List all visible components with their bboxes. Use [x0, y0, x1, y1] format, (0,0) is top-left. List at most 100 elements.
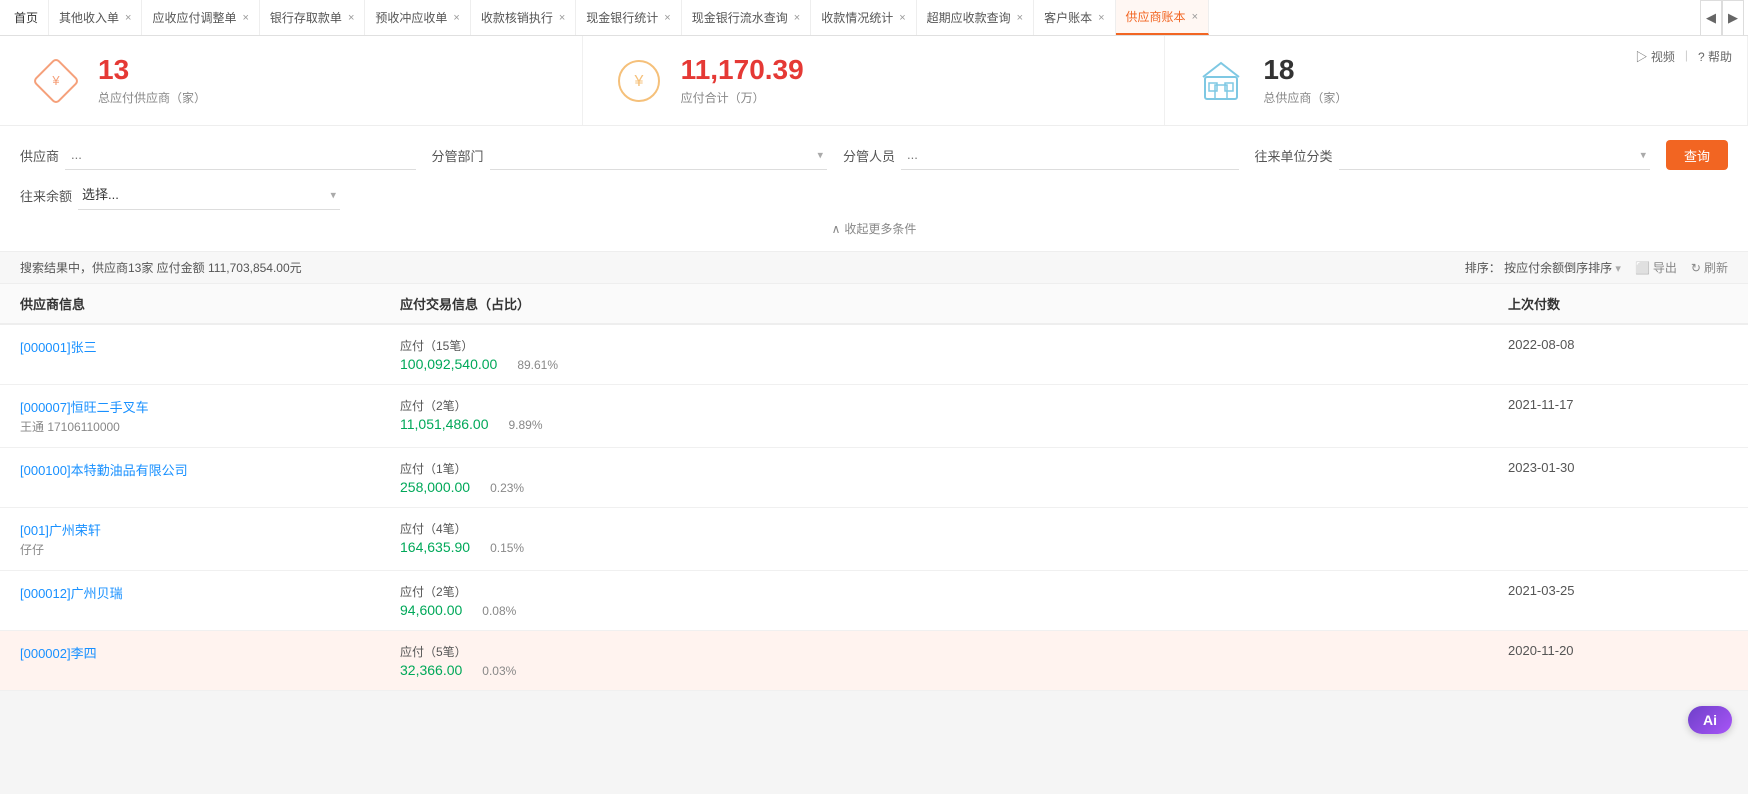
- supplier-link-3[interactable]: [000100]本特勤油品有限公司: [20, 463, 188, 478]
- supplier-icon: ¥: [30, 55, 82, 107]
- trans-row-5: 94,600.00 0.08%: [400, 602, 1508, 618]
- nav-tab-1[interactable]: 其他收入单 ×: [49, 0, 142, 35]
- nav-tab-2[interactable]: 应收应付调整单 ×: [142, 0, 259, 35]
- nav-tab-8-label: 收款情况统计: [821, 9, 893, 26]
- nav-tab-10-close[interactable]: ×: [1098, 12, 1104, 24]
- last-pay-date-2: 2021-11-17: [1508, 397, 1574, 412]
- nav-tab-9[interactable]: 超期应收款查询 ×: [917, 0, 1034, 35]
- balance-filter-label: 往来余额: [20, 186, 72, 205]
- supplier-filter: 供应商: [20, 140, 416, 170]
- summary-num-amount: 11,170.39: [681, 55, 804, 86]
- summary-text-amount: 11,170.39 应付合计（万）: [681, 55, 804, 107]
- trans-percent-3: 0.23%: [490, 481, 524, 495]
- trans-label-4: 应付（4笔）: [400, 520, 1508, 537]
- supplier-filter-input[interactable]: [65, 140, 415, 170]
- table-header: 供应商信息 应付交易信息（占比） 上次付数: [0, 284, 1748, 325]
- nav-prev-button[interactable]: ◀: [1700, 0, 1722, 36]
- filter-area: 供应商 分管部门 ▾ 分管人员 往来单位分类 ▾ 查询 往来余额: [0, 126, 1748, 252]
- trans-amount-3[interactable]: 258,000.00: [400, 479, 470, 495]
- nav-tab-6[interactable]: 现金银行统计 ×: [576, 0, 681, 35]
- collapse-button[interactable]: ∧ 收起更多条件: [832, 220, 917, 237]
- query-button[interactable]: 查询: [1666, 140, 1728, 170]
- nav-tab-4-close[interactable]: ×: [453, 12, 459, 24]
- summary-label-amount: 应付合计（万）: [681, 89, 804, 106]
- sort-label: 排序： 按应付余额倒序排序 ▾: [1465, 259, 1621, 276]
- summary-bar: ¥ 13 总应付供应商（家） ¥ 11,170.39 应付合计（万）: [0, 36, 1748, 126]
- lastpay-cell-3: 2023-01-30: [1508, 460, 1728, 495]
- nav-tab-3-close[interactable]: ×: [348, 12, 354, 24]
- refresh-button[interactable]: ↻ 刷新: [1691, 259, 1728, 276]
- dept-filter: 分管部门 ▾: [432, 140, 828, 170]
- transaction-info-5: 应付（2笔） 94,600.00 0.08%: [400, 583, 1508, 618]
- trans-amount-1[interactable]: 100,092,540.00: [400, 356, 497, 372]
- nav-tab-2-label: 应收应付调整单: [152, 9, 236, 26]
- result-summary-text: 搜索结果中，供应商13家 应付金额 111,703,854.00元: [20, 259, 302, 276]
- export-button[interactable]: ⬜ 导出: [1635, 259, 1677, 276]
- nav-tab-1-close[interactable]: ×: [125, 12, 131, 24]
- nav-tab-6-close[interactable]: ×: [664, 12, 670, 24]
- transaction-info-4: 应付（4笔） 164,635.90 0.15%: [400, 520, 1508, 555]
- transaction-cell-2: 应付（2笔） 11,051,486.00 9.89%: [400, 397, 1508, 435]
- last-pay-date-5: 2021-03-25: [1508, 583, 1575, 598]
- summary-item-suppliers: ¥ 13 总应付供应商（家）: [0, 36, 583, 125]
- help-link[interactable]: ? 帮助: [1698, 48, 1732, 65]
- last-pay-date-6: 2020-11-20: [1508, 643, 1574, 658]
- category-filter-select[interactable]: [1339, 147, 1650, 162]
- supplier-link-4[interactable]: [001]广州荣轩: [20, 523, 101, 538]
- person-filter-label: 分管人员: [843, 146, 895, 165]
- supplier-link-6[interactable]: [000002]李四: [20, 646, 97, 661]
- trans-amount-6[interactable]: 32,366.00: [400, 662, 462, 678]
- trans-amount-5[interactable]: 94,600.00: [400, 602, 462, 618]
- nav-tab-2-close[interactable]: ×: [242, 12, 248, 24]
- supplier-link-2[interactable]: [000007]恒旺二手叉车: [20, 400, 149, 415]
- transaction-info-6: 应付（5笔） 32,366.00 0.03%: [400, 643, 1508, 678]
- summary-item-amount: ¥ 11,170.39 应付合计（万）: [583, 36, 1166, 125]
- trans-amount-2[interactable]: 11,051,486.00: [400, 416, 489, 432]
- trans-row-1: 100,092,540.00 89.61%: [400, 356, 1508, 372]
- supplier-cell-3: [000100]本特勤油品有限公司: [20, 460, 400, 495]
- video-icon: ▷: [1635, 50, 1647, 64]
- nav-tab-7[interactable]: 现金银行流水查询 ×: [682, 0, 811, 35]
- nav-tab-home[interactable]: 首页: [4, 0, 49, 35]
- balance-filter-select[interactable]: 选择...: [78, 187, 340, 202]
- table-row: [000100]本特勤油品有限公司 应付（1笔） 258,000.00 0.23…: [0, 448, 1748, 508]
- nav-tab-4[interactable]: 预收冲应收单 ×: [365, 0, 470, 35]
- export-label: 导出: [1653, 259, 1677, 276]
- supplier-cell-4: [001]广州荣轩 仔仔: [20, 520, 400, 558]
- nav-tab-8[interactable]: 收款情况统计 ×: [811, 0, 916, 35]
- col-header-supplier: 供应商信息: [20, 294, 400, 313]
- nav-tab-3[interactable]: 银行存取款单 ×: [260, 0, 365, 35]
- supplier-cell-6: [000002]李四: [20, 643, 400, 678]
- table-row: [001]广州荣轩 仔仔 应付（4笔） 164,635.90 0.15%: [0, 508, 1748, 571]
- nav-tab-5-close[interactable]: ×: [559, 12, 565, 24]
- person-filter-input[interactable]: [901, 140, 1238, 170]
- transaction-info-2: 应付（2笔） 11,051,486.00 9.89%: [400, 397, 1508, 432]
- nav-next-button[interactable]: ▶: [1722, 0, 1744, 36]
- trans-row-3: 258,000.00 0.23%: [400, 479, 1508, 495]
- person-filter: 分管人员: [843, 140, 1239, 170]
- video-link[interactable]: ▷ 视频: [1635, 48, 1674, 65]
- nav-tab-11[interactable]: 供应商账本 ×: [1116, 0, 1209, 35]
- transaction-cell-1: 应付（15笔） 100,092,540.00 89.61%: [400, 337, 1508, 372]
- filter-row-1: 供应商 分管部门 ▾ 分管人员 往来单位分类 ▾ 查询: [20, 140, 1728, 170]
- nav-tab-5[interactable]: 收款核销执行 ×: [471, 0, 576, 35]
- nav-tab-7-close[interactable]: ×: [794, 12, 800, 24]
- nav-tab-10[interactable]: 客户账本 ×: [1034, 0, 1115, 35]
- transaction-cell-5: 应付（2笔） 94,600.00 0.08%: [400, 583, 1508, 618]
- sort-value-text[interactable]: 按应付余额倒序排序: [1504, 261, 1612, 275]
- trans-label-6: 应付（5笔）: [400, 643, 1508, 660]
- supplier-link-1[interactable]: [000001]张三: [20, 340, 97, 355]
- trans-label-2: 应付（2笔）: [400, 397, 1508, 414]
- summary-right-links: ▷ 视频 | ? 帮助: [1635, 48, 1732, 65]
- supplier-link-5[interactable]: [000012]广州贝瑞: [20, 586, 123, 601]
- trans-amount-4[interactable]: 164,635.90: [400, 539, 470, 555]
- summary-num-suppliers: 13: [98, 55, 206, 86]
- nav-tab-11-label: 供应商账本: [1126, 8, 1186, 25]
- result-bar: 搜索结果中，供应商13家 应付金额 111,703,854.00元 排序： 按应…: [0, 252, 1748, 284]
- ai-badge[interactable]: Ai: [1688, 706, 1732, 734]
- nav-tab-8-close[interactable]: ×: [899, 12, 905, 24]
- nav-tab-9-close[interactable]: ×: [1017, 12, 1023, 24]
- nav-tab-11-close[interactable]: ×: [1192, 11, 1198, 23]
- supplier-cell-1: [000001]张三: [20, 337, 400, 372]
- dept-filter-select[interactable]: [490, 147, 827, 162]
